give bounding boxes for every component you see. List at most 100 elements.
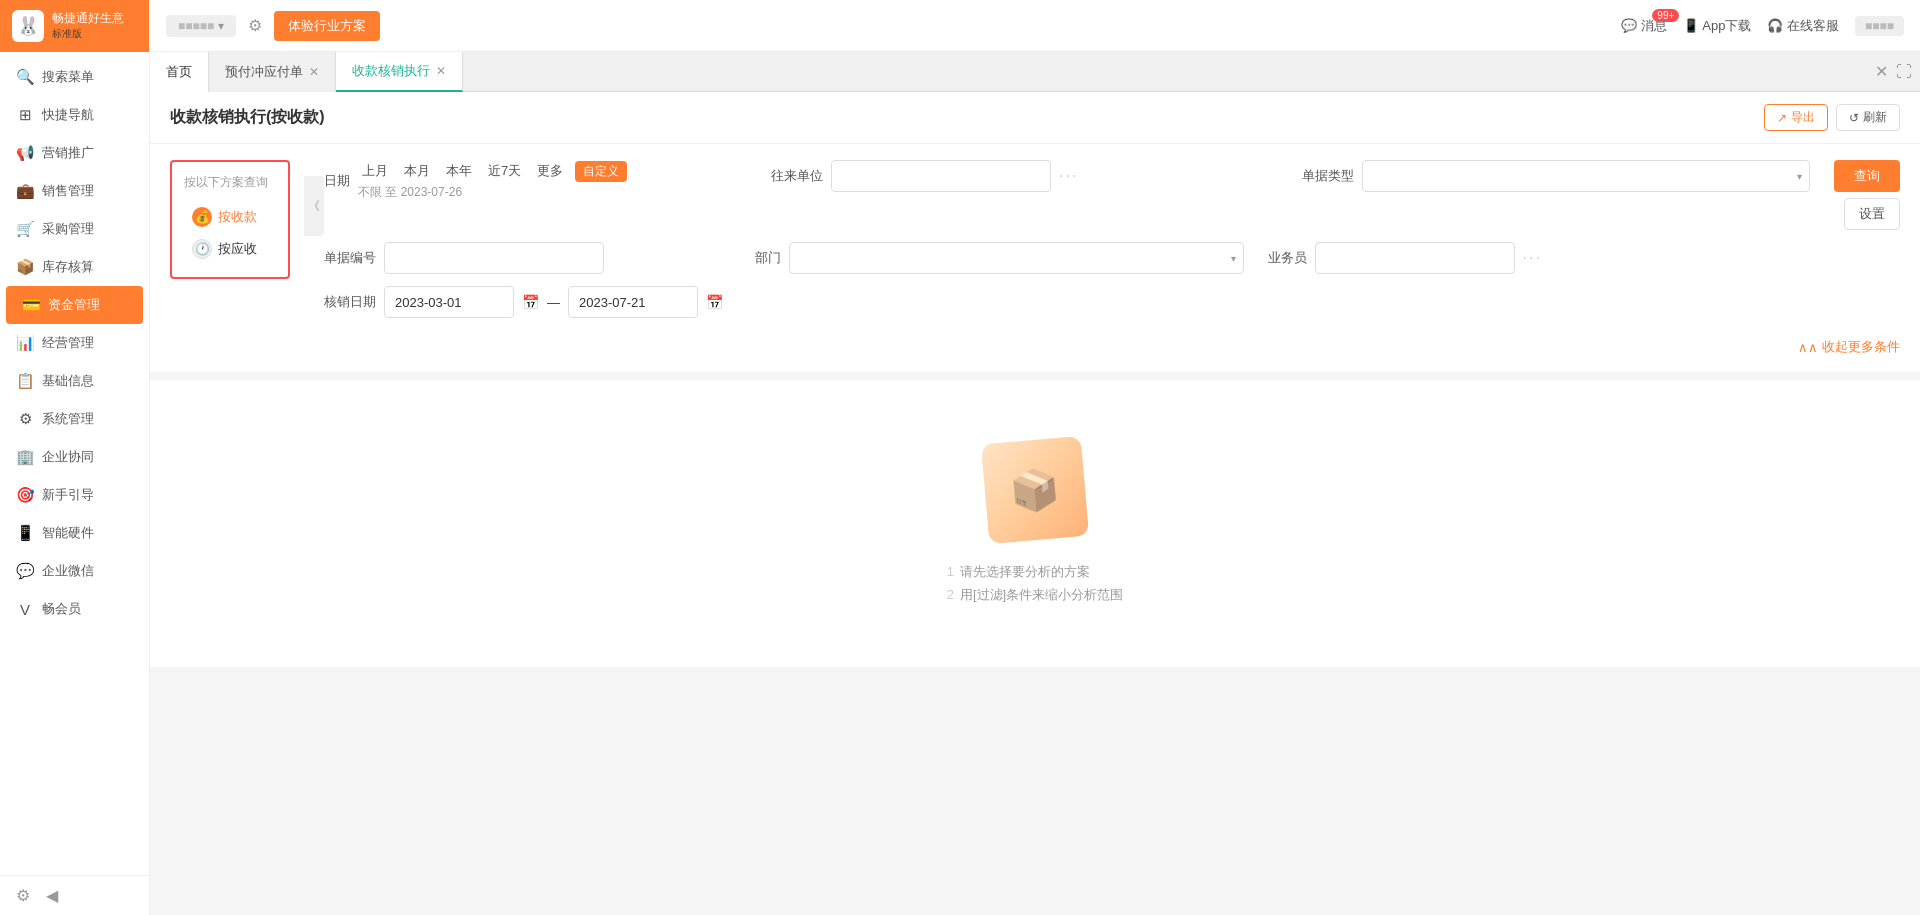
sidebar-item-0[interactable]: 🔍搜索菜单 <box>0 58 149 96</box>
sidebar-item-1[interactable]: ⊞快捷导航 <box>0 96 149 134</box>
tab-verify[interactable]: 收款核销执行 ✕ <box>336 52 463 92</box>
sidebar-label-11: 新手引导 <box>42 486 94 504</box>
tab-verify-label: 收款核销执行 <box>352 62 430 80</box>
message-count: 99+ <box>1652 9 1679 22</box>
sidebar-icon-9: ⚙ <box>16 410 34 428</box>
date-last-month[interactable]: 上月 <box>358 160 392 182</box>
app-logo-icon: 🐰 <box>12 10 44 42</box>
tip-num-0: 1 <box>947 560 954 583</box>
sidebar-item-5[interactable]: 📦库存核算 <box>0 248 149 286</box>
sidebar-icon-4: 🛒 <box>16 220 34 238</box>
panel-collapse-btn[interactable]: 《 <box>304 176 324 236</box>
refresh-icon: ↺ <box>1849 111 1859 125</box>
close-all-tabs-icon[interactable]: ✕ <box>1875 62 1888 81</box>
sidebar-label-13: 企业微信 <box>42 562 94 580</box>
verify-date-range: 📅 — 📅 <box>384 286 841 318</box>
sidebar-label-1: 快捷导航 <box>42 106 94 124</box>
export-button[interactable]: ↗ 导出 <box>1764 104 1828 131</box>
tab-prepay-close[interactable]: ✕ <box>309 65 319 79</box>
collapse-sidebar-icon[interactable]: ◀ <box>46 886 58 905</box>
settings-icon[interactable]: ⚙ <box>16 886 30 905</box>
message-badge-wrapper[interactable]: 💬 消息 99+ <box>1621 17 1667 35</box>
date-more[interactable]: 更多 <box>533 160 567 182</box>
sidebar-item-6[interactable]: 💳 资金管理 <box>6 286 143 324</box>
salesperson-label: 业务员 <box>1268 249 1307 267</box>
sidebar-label-0: 搜索菜单 <box>42 68 94 86</box>
sidebar-icon-11: 🎯 <box>16 486 34 504</box>
sidebar-item-14[interactable]: V畅会员 <box>0 590 149 628</box>
user-info[interactable]: ■■■■ <box>1855 16 1904 36</box>
page-header-actions: ↗ 导出 ↺ 刷新 <box>1764 104 1900 131</box>
verify-date-start-input[interactable] <box>384 286 514 318</box>
date-separator: — <box>547 295 560 310</box>
sidebar-label-6: 资金管理 <box>48 296 100 314</box>
export-icon: ↗ <box>1777 111 1787 125</box>
sidebar-item-3[interactable]: 💼销售管理 <box>0 172 149 210</box>
verify-date-label: 核销日期 <box>324 293 376 311</box>
salesperson-more-btn[interactable]: ··· <box>1523 249 1542 267</box>
refresh-button[interactable]: ↺ 刷新 <box>1836 104 1900 131</box>
salesperson-input[interactable] <box>1315 242 1515 274</box>
counterparty-more-btn[interactable]: ··· <box>1059 167 1078 185</box>
sidebar-item-13[interactable]: 💬企业微信 <box>0 552 149 590</box>
empty-tip-1: 2用[过滤]条件来缩小分析范围 <box>947 583 1123 606</box>
salesperson-field: 业务员 ··· <box>1268 242 1756 274</box>
sidebar-logo: 🐰 畅捷通好生意 标准版 <box>0 0 149 52</box>
page-title: 收款核销执行(按收款) <box>170 107 325 128</box>
receivable-label: 按应收 <box>218 240 257 258</box>
sidebar-item-4[interactable]: 🛒采购管理 <box>0 210 149 248</box>
date-this-month[interactable]: 本月 <box>400 160 434 182</box>
expand-tabs-icon[interactable]: ⛶ <box>1896 63 1912 81</box>
doc-type-field: 单据类型 ▾ <box>1302 160 1810 192</box>
gear-icon[interactable]: ⚙ <box>248 16 262 35</box>
solution-btn[interactable]: 体验行业方案 <box>274 11 380 41</box>
tab-verify-close[interactable]: ✕ <box>436 64 446 78</box>
verify-date-end-input[interactable] <box>568 286 698 318</box>
app-sub: 标准版 <box>52 27 124 41</box>
department-select[interactable] <box>789 242 1243 274</box>
date-shortcuts: 上月 本月 本年 近7天 更多 自定义 <box>358 160 627 182</box>
empty-illustration: 📦 <box>981 436 1089 544</box>
topbar: ■■■■■ ▾ ⚙ 体验行业方案 💬 消息 99+ 📱 App下载 🎧 在线客服… <box>150 0 1920 52</box>
right-filter: 日期 上月 本月 本年 近7天 更多 自定义 不限 至 <box>324 160 1900 356</box>
verify-date-start-cal[interactable]: 📅 <box>522 294 539 310</box>
sidebar-item-9[interactable]: ⚙系统管理 <box>0 400 149 438</box>
tab-prepay[interactable]: 预付冲应付单 ✕ <box>209 52 336 92</box>
sidebar-label-2: 营销推广 <box>42 144 94 162</box>
counterparty-input[interactable] <box>831 160 1051 192</box>
collapse-more-btn[interactable]: ∧∧ 收起更多条件 <box>324 330 1900 356</box>
sidebar-icon-2: 📢 <box>16 144 34 162</box>
tab-home[interactable]: 首页 <box>150 52 209 92</box>
date-custom-badge[interactable]: 自定义 <box>575 161 627 182</box>
department-label: 部门 <box>755 249 781 267</box>
doc-number-input[interactable] <box>384 242 604 274</box>
online-service-link[interactable]: 🎧 在线客服 <box>1767 17 1839 35</box>
doc-type-select[interactable] <box>1362 160 1810 192</box>
sidebar-item-10[interactable]: 🏢企业协同 <box>0 438 149 476</box>
sidebar-item-2[interactable]: 📢 营销推广 <box>0 134 149 172</box>
sidebar-item-11[interactable]: 🎯 新手引导 <box>0 476 149 514</box>
sidebar-item-12[interactable]: 📱智能硬件 <box>0 514 149 552</box>
verify-date-end-cal[interactable]: 📅 <box>706 294 723 310</box>
app-download-link[interactable]: 📱 App下载 <box>1683 17 1751 35</box>
empty-tip-0: 1请先选择要分析的方案 <box>947 560 1123 583</box>
refresh-label: 刷新 <box>1863 109 1887 126</box>
scheme-by-receivable[interactable]: 🕐 按应收 <box>184 233 276 265</box>
sidebar: 🐰 畅捷通好生意 标准版 🔍搜索菜单⊞快捷导航 📢 营销推广 💼销售管理🛒采购管理📦库… <box>0 0 150 915</box>
sidebar-icon-7: 📊 <box>16 334 34 352</box>
setting-button[interactable]: 设置 <box>1844 198 1900 230</box>
scheme-by-receipt[interactable]: 💰 按收款 <box>184 201 276 233</box>
export-label: 导出 <box>1791 109 1815 126</box>
query-button[interactable]: 查询 <box>1834 160 1900 192</box>
doc-type-select-wrapper: ▾ <box>1362 160 1810 192</box>
date-7days[interactable]: 近7天 <box>484 160 525 182</box>
empty-text: 1请先选择要分析的方案2用[过滤]条件来缩小分析范围 <box>947 560 1123 607</box>
empty-state: 📦 1请先选择要分析的方案2用[过滤]条件来缩小分析范围 <box>150 380 1920 667</box>
date-this-year[interactable]: 本年 <box>442 160 476 182</box>
sidebar-label-10: 企业协同 <box>42 448 94 466</box>
sidebar-icon-6: 💳 <box>22 296 40 314</box>
sidebar-item-7[interactable]: 📊经营管理 <box>0 324 149 362</box>
query-scheme-panel: 按以下方案查询 💰 按收款 🕐 按应收 <box>170 160 290 279</box>
brand-selector[interactable]: ■■■■■ ▾ <box>166 15 236 37</box>
sidebar-item-8[interactable]: 📋基础信息 <box>0 362 149 400</box>
